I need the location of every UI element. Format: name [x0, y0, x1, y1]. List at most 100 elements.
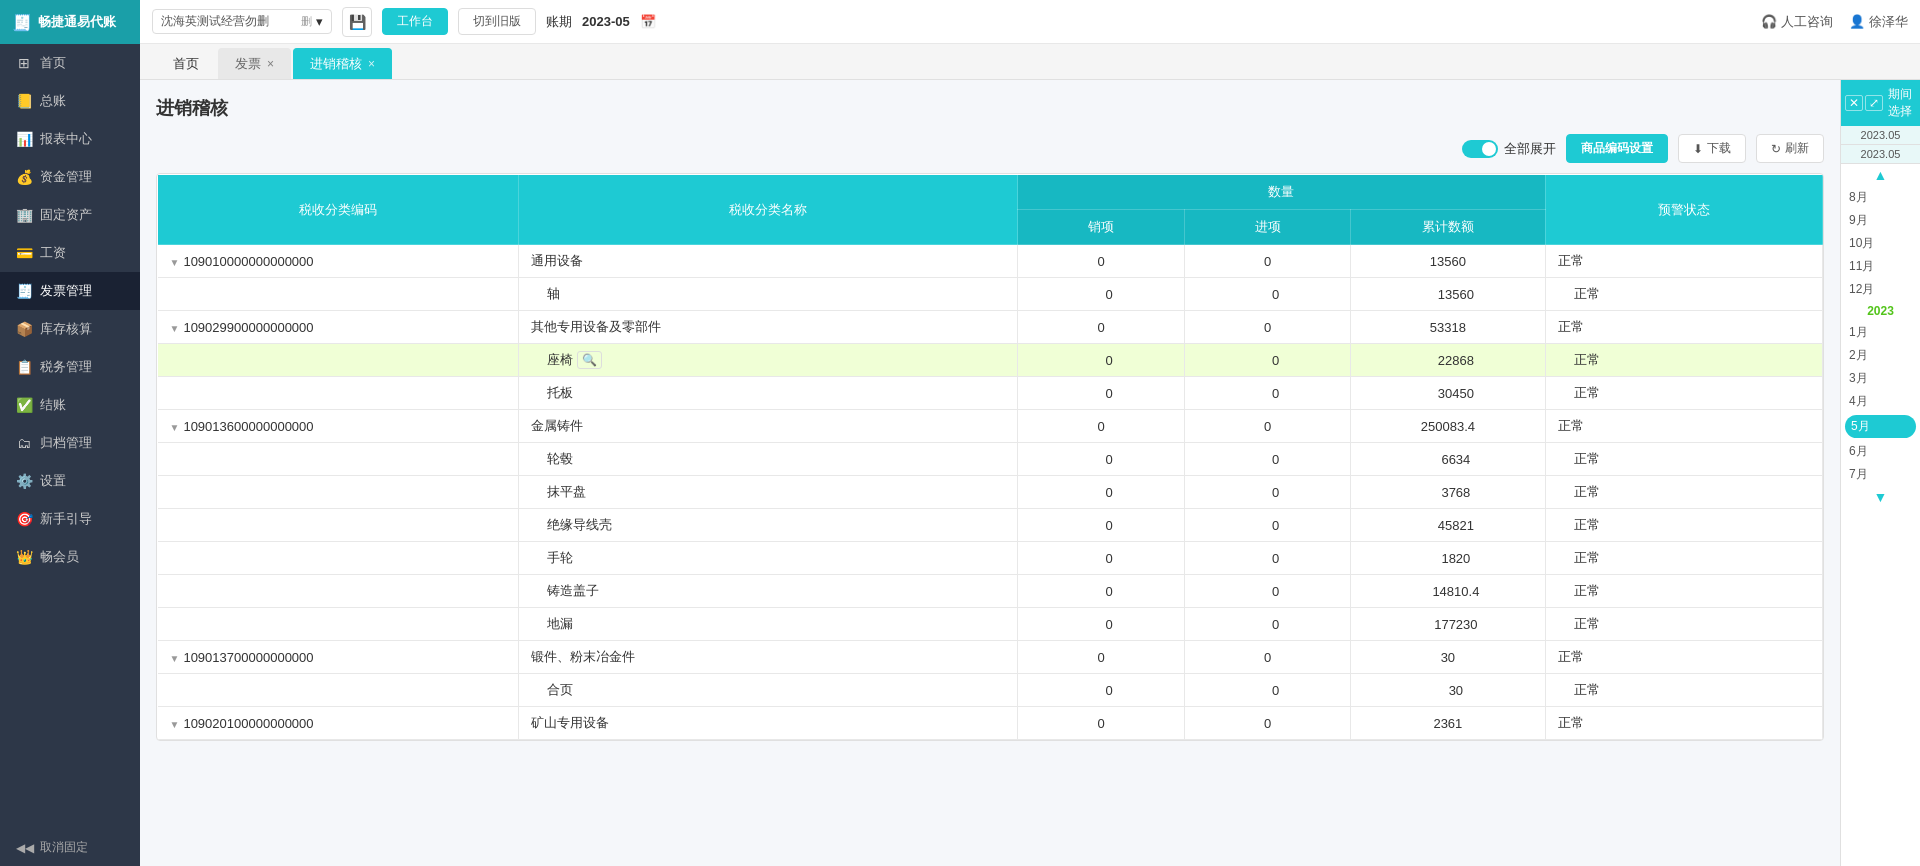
period-month-item[interactable]: 8月	[1841, 186, 1920, 209]
cell-name: 座椅🔍	[518, 344, 1018, 377]
workbench-button[interactable]: 工作台	[382, 8, 448, 35]
cell-purchase: 0	[1184, 311, 1351, 344]
sidebar-item-archive[interactable]: 🗂 归档管理	[0, 424, 140, 462]
switch-old-button[interactable]: 切到旧版	[458, 8, 536, 35]
cell-sale: 0	[1018, 641, 1185, 674]
calendar-icon[interactable]: 📅	[640, 14, 656, 29]
cell-search-icon[interactable]: 🔍	[577, 351, 602, 369]
sidebar-item-tax[interactable]: 📋 税务管理	[0, 348, 140, 386]
cell-total: 13560	[1351, 245, 1545, 278]
expand-icon[interactable]: ▼	[170, 323, 180, 334]
refresh-icon: ↻	[1771, 142, 1781, 156]
reports-icon: 📊	[16, 131, 32, 147]
sidebar-item-assets[interactable]: 🏢 固定资产	[0, 196, 140, 234]
cell-purchase: 0	[1184, 707, 1351, 740]
cell-purchase: 0	[1184, 443, 1351, 476]
sidebar-item-invoices[interactable]: 🧾 发票管理	[0, 272, 140, 310]
sidebar-item-ledger[interactable]: 📒 总账	[0, 82, 140, 120]
scroll-down-arrow[interactable]: ▼	[1841, 486, 1920, 508]
header-qty-group: 数量	[1018, 175, 1545, 210]
help-link[interactable]: 🎧 人工咨询	[1761, 13, 1833, 31]
sidebar-item-home[interactable]: ⊞ 首页	[0, 44, 140, 82]
cell-code	[158, 377, 519, 410]
cell-purchase: 0	[1184, 641, 1351, 674]
sidebar-item-inventory[interactable]: 📦 库存核算	[0, 310, 140, 348]
sidebar-item-funds[interactable]: 💰 资金管理	[0, 158, 140, 196]
close-panel-icon[interactable]: ✕	[1845, 95, 1863, 111]
save-button[interactable]: 💾	[342, 7, 372, 37]
tab-reconcile-close[interactable]: ×	[368, 57, 375, 71]
period-month-item[interactable]: 5月	[1845, 415, 1916, 438]
tab-home[interactable]: 首页	[156, 48, 216, 79]
refresh-button[interactable]: ↻ 刷新	[1756, 134, 1824, 163]
sidebar-item-settings[interactable]: ⚙️ 设置	[0, 462, 140, 500]
period-month-item[interactable]: 9月	[1841, 209, 1920, 232]
scroll-up-arrow[interactable]: ▲	[1841, 164, 1920, 186]
ledger-icon: 📒	[16, 93, 32, 109]
cell-name: 合页	[518, 674, 1018, 707]
pin-icon: ◀◀	[16, 841, 34, 855]
home-icon: ⊞	[16, 55, 32, 71]
cell-code	[158, 542, 519, 575]
period-month-item[interactable]: 3月	[1841, 367, 1920, 390]
sidebar-item-settle[interactable]: ✅ 结账	[0, 386, 140, 424]
period-month-item[interactable]: 6月	[1841, 440, 1920, 463]
sidebar-item-member[interactable]: 👑 畅会员	[0, 538, 140, 576]
cell-code: ▼109013600000000000	[158, 410, 519, 443]
sidebar-label-inventory: 库存核算	[40, 320, 92, 338]
company-selector[interactable]: 沈海英测试经营勿删 删 ▾	[152, 9, 332, 34]
tab-home-label: 首页	[173, 55, 199, 73]
invoices-icon: 🧾	[16, 283, 32, 299]
cell-status: 正常	[1545, 509, 1823, 542]
company-dropdown-icon: ▾	[316, 14, 323, 29]
cell-purchase: 0	[1184, 509, 1351, 542]
cell-name: 抹平盘	[518, 476, 1018, 509]
cell-total: 30450	[1351, 377, 1545, 410]
user-info[interactable]: 👤 徐泽华	[1849, 13, 1908, 31]
period-month-item[interactable]: 12月	[1841, 278, 1920, 301]
period-month-item[interactable]: 11月	[1841, 255, 1920, 278]
sidebar-item-reports[interactable]: 📊 报表中心	[0, 120, 140, 158]
topbar-right: 🎧 人工咨询 👤 徐泽华	[1761, 13, 1908, 31]
download-button[interactable]: ⬇ 下载	[1678, 134, 1746, 163]
expand-panel-icon[interactable]: ⤢	[1865, 95, 1883, 111]
sidebar-unpin-button[interactable]: ◀◀ 取消固定	[0, 829, 140, 866]
cell-code	[158, 344, 519, 377]
period-month-item[interactable]: 7月	[1841, 463, 1920, 486]
cell-total: 13560	[1351, 278, 1545, 311]
period-month-item[interactable]: 10月	[1841, 232, 1920, 255]
archive-icon: 🗂	[16, 435, 32, 451]
settings-icon: ⚙️	[16, 473, 32, 489]
expand-label: 全部展开	[1504, 140, 1556, 158]
cell-status: 正常	[1545, 575, 1823, 608]
sidebar-item-salary[interactable]: 💳 工资	[0, 234, 140, 272]
tab-reconcile[interactable]: 进销稽核 ×	[293, 48, 392, 79]
expand-icon[interactable]: ▼	[170, 422, 180, 433]
cell-total: 30	[1351, 641, 1545, 674]
sidebar: 🧾 畅捷通易代账 ⊞ 首页 📒 总账 📊 报表中心 💰 资金管理 🏢 固定资产 …	[0, 0, 140, 866]
expand-icon[interactable]: ▼	[170, 257, 180, 268]
user-avatar-icon: 👤	[1849, 14, 1865, 29]
sidebar-item-guide[interactable]: 🎯 新手引导	[0, 500, 140, 538]
download-icon: ⬇	[1693, 142, 1703, 156]
header-tax-name: 税收分类名称	[518, 175, 1018, 245]
period-month-item[interactable]: 1月	[1841, 321, 1920, 344]
product-code-settings-button[interactable]: 商品编码设置	[1566, 134, 1668, 163]
header-total: 累计数额	[1351, 210, 1545, 245]
expand-toggle[interactable]: 全部展开	[1462, 140, 1556, 158]
tab-invoices-close[interactable]: ×	[267, 57, 274, 71]
expand-icon[interactable]: ▼	[170, 719, 180, 730]
refresh-label: 刷新	[1785, 140, 1809, 157]
content-area: 进销稽核 全部展开 商品编码设置 ⬇ 下载 ↻ 刷新	[140, 80, 1920, 866]
sidebar-label-salary: 工资	[40, 244, 66, 262]
cell-name: 绝缘导线壳	[518, 509, 1018, 542]
expand-icon[interactable]: ▼	[170, 653, 180, 664]
period-month-item[interactable]: 4月	[1841, 390, 1920, 413]
cell-code	[158, 509, 519, 542]
toggle-track[interactable]	[1462, 140, 1498, 158]
sidebar-label-funds: 资金管理	[40, 168, 92, 186]
period-month-item[interactable]: 2月	[1841, 344, 1920, 367]
logo-icon: 🧾	[12, 13, 32, 32]
tab-invoices[interactable]: 发票 ×	[218, 48, 291, 79]
headset-icon: 🎧	[1761, 14, 1777, 29]
